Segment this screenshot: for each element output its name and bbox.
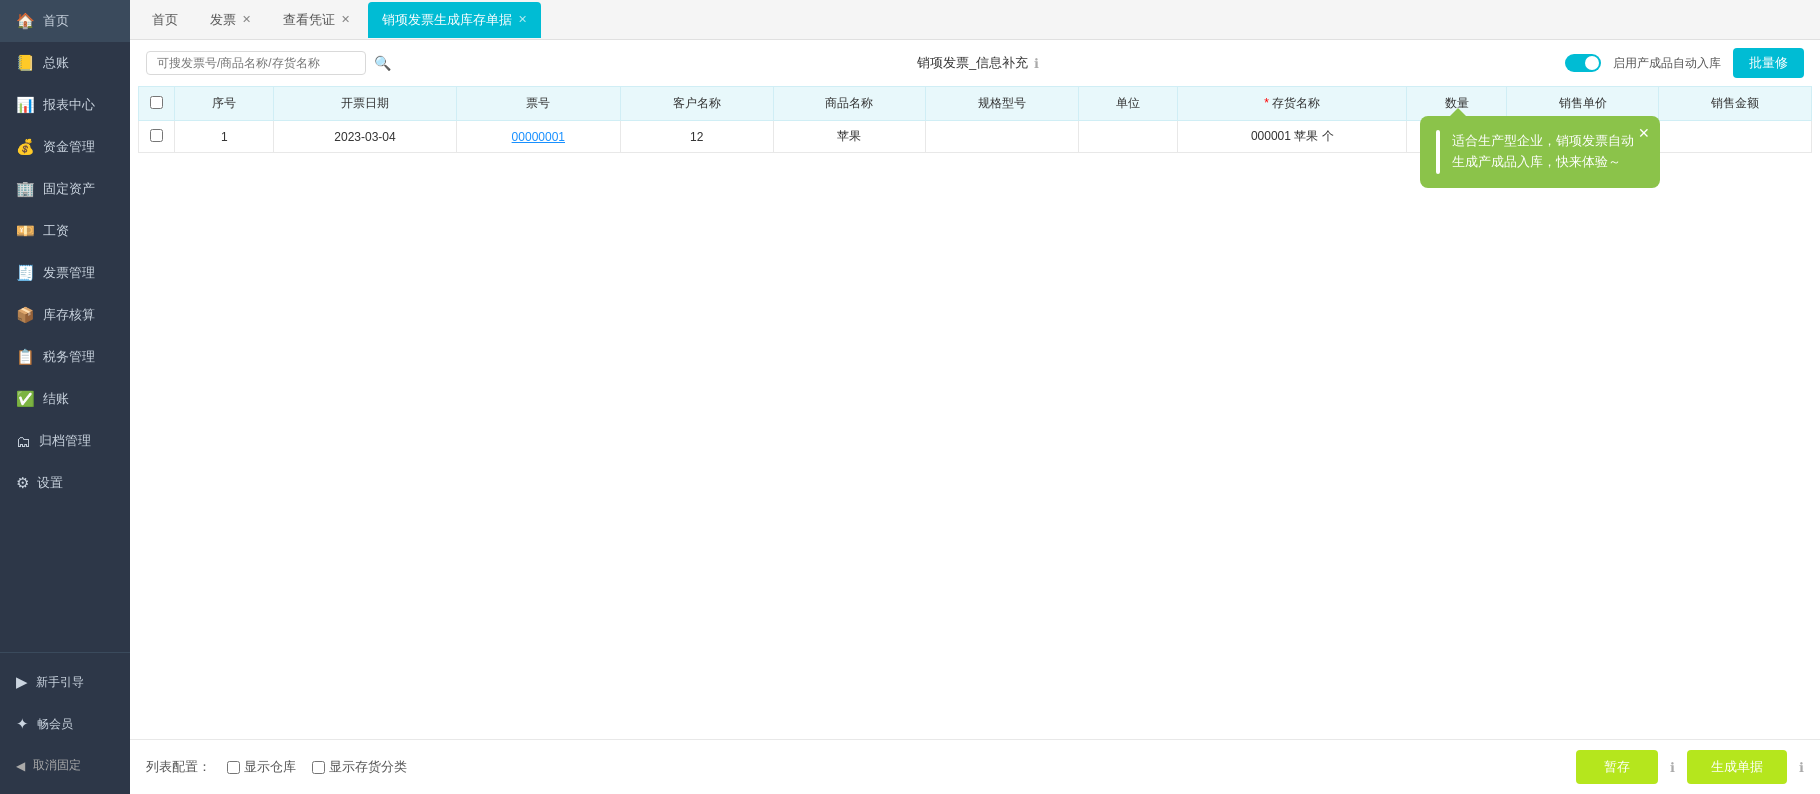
header-customer: 客户名称 (621, 87, 774, 121)
assets-icon: 🏢 (16, 180, 35, 198)
show-warehouse-checkbox[interactable] (227, 761, 240, 774)
show-category-checkbox-label[interactable]: 显示存货分类 (312, 758, 407, 776)
center-info: 销项发票_信息补充 ℹ (917, 54, 1039, 72)
header-amount: 销售金额 (1659, 87, 1812, 121)
invoices-icon: 🧾 (16, 264, 35, 282)
member-icon: ✦ (16, 715, 29, 733)
tab-home[interactable]: 首页 (138, 2, 192, 38)
cell-ticket-no[interactable]: 00000001 (456, 121, 620, 153)
header-inventory: 存货名称 (1178, 87, 1407, 121)
header-ticket-no: 票号 (456, 87, 620, 121)
toggle-slider (1565, 54, 1601, 72)
tooltip-popup: ✕ 适合生产型企业，销项发票自动生成产成品入库，快来体验～ (1420, 116, 1660, 188)
footer-config: 列表配置： 显示仓库 显示存货分类 (146, 758, 407, 776)
info-icon[interactable]: ℹ (1034, 56, 1039, 71)
sidebar-item-close-accounts[interactable]: ✅ 结账 (0, 378, 130, 420)
close-voucher-tab-icon[interactable]: ✕ (341, 13, 350, 26)
tab-view-voucher[interactable]: 查看凭证 ✕ (269, 2, 364, 38)
tax-icon: 📋 (16, 348, 35, 366)
header-checkbox-cell (139, 87, 175, 121)
sidebar-item-funds[interactable]: 💰 资金管理 (0, 126, 130, 168)
sidebar-item-reports[interactable]: 📊 报表中心 (0, 84, 130, 126)
search-button[interactable]: 🔍 (374, 55, 391, 71)
sidebar-item-assets[interactable]: 🏢 固定资产 (0, 168, 130, 210)
sidebar-item-salary[interactable]: 💴 工资 (0, 210, 130, 252)
guide-icon: ▶ (16, 673, 28, 691)
auto-warehouse-toggle[interactable] (1565, 54, 1601, 72)
close-accounts-icon: ✅ (16, 390, 35, 408)
close-generate-tab-icon[interactable]: ✕ (518, 13, 527, 26)
generate-button[interactable]: 生成单据 (1687, 750, 1787, 784)
tab-invoice[interactable]: 发票 ✕ (196, 2, 265, 38)
sidebar-item-invoices[interactable]: 🧾 发票管理 (0, 252, 130, 294)
inventory-icon: 📦 (16, 306, 35, 324)
sidebar-item-tax[interactable]: 📋 税务管理 (0, 336, 130, 378)
save-info-icon[interactable]: ℹ (1670, 760, 1675, 775)
cell-inventory[interactable]: 000001 苹果 个 (1178, 121, 1407, 153)
sidebar-item-guide[interactable]: ▶ 新手引导 (0, 661, 130, 703)
tab-bar: 首页 发票 ✕ 查看凭证 ✕ 销项发票生成库存单据 ✕ (130, 0, 1820, 40)
tooltip-text: 适合生产型企业，销项发票自动生成产成品入库，快来体验～ (1452, 131, 1642, 173)
header-unit: 单位 (1078, 87, 1177, 121)
sidebar-item-home[interactable]: 🏠 首页 (0, 0, 130, 42)
funds-icon: 💰 (16, 138, 35, 156)
header-product: 商品名称 (773, 87, 926, 121)
sidebar: 🏠 首页 📒 总账 📊 报表中心 💰 资金管理 🏢 固定资产 💴 工资 🧾 发票… (0, 0, 130, 794)
cell-customer: 12 (621, 121, 774, 153)
sidebar-item-inventory[interactable]: 📦 库存核算 (0, 294, 130, 336)
cell-seq: 1 (175, 121, 274, 153)
sidebar-item-member[interactable]: ✦ 畅会员 (0, 703, 130, 745)
generate-info-icon[interactable]: ℹ (1799, 760, 1804, 775)
row-checkbox-cell (139, 121, 175, 153)
footer: 列表配置： 显示仓库 显示存货分类 暂存 ℹ 生成单据 ℹ (130, 739, 1820, 794)
tooltip-close-icon[interactable]: ✕ (1638, 122, 1650, 144)
search-input[interactable] (146, 51, 366, 75)
tab-generate-inventory[interactable]: 销项发票生成库存单据 ✕ (368, 2, 541, 38)
header-spec: 规格型号 (926, 87, 1079, 121)
toolbar: 🔍 销项发票_信息补充 ℹ 启用产成品自动入库 批量修 (130, 40, 1820, 86)
salary-icon: 💴 (16, 222, 35, 240)
page-content: 🔍 销项发票_信息补充 ℹ 启用产成品自动入库 批量修 ✕ 适合生产型企业 (130, 40, 1820, 794)
show-category-checkbox[interactable] (312, 761, 325, 774)
sidebar-item-settings[interactable]: ⚙ 设置 (0, 462, 130, 504)
cell-date: 2023-03-04 (274, 121, 456, 153)
cell-unit (1078, 121, 1177, 153)
header-date: 开票日期 (274, 87, 456, 121)
table-container: ✕ 适合生产型企业，销项发票自动生成产成品入库，快来体验～ 序号 开票日期 票号… (130, 86, 1820, 739)
search-area: 🔍 (146, 51, 391, 75)
tooltip-bar (1436, 130, 1440, 174)
batch-button[interactable]: 批量修 (1733, 48, 1804, 78)
close-invoice-tab-icon[interactable]: ✕ (242, 13, 251, 26)
sidebar-item-ledger[interactable]: 📒 总账 (0, 42, 130, 84)
toggle-label: 启用产成品自动入库 (1613, 55, 1721, 72)
sidebar-item-archive[interactable]: 🗂 归档管理 (0, 420, 130, 462)
header-seq: 序号 (175, 87, 274, 121)
cell-spec (926, 121, 1079, 153)
config-label: 列表配置： (146, 758, 211, 776)
reports-icon: 📊 (16, 96, 35, 114)
row-checkbox[interactable] (150, 129, 163, 142)
unpin-icon: ◀ (16, 759, 25, 773)
unpin-action[interactable]: ◀ 取消固定 (0, 745, 130, 786)
save-button[interactable]: 暂存 (1576, 750, 1658, 784)
main-area: 首页 发票 ✕ 查看凭证 ✕ 销项发票生成库存单据 ✕ 🔍 销项发票_信息补充 … (130, 0, 1820, 794)
show-warehouse-checkbox-label[interactable]: 显示仓库 (227, 758, 296, 776)
cell-product: 苹果 (773, 121, 926, 153)
cell-amount (1659, 121, 1812, 153)
settings-icon: ⚙ (16, 474, 29, 492)
select-all-checkbox[interactable] (150, 96, 163, 109)
right-toolbar: 启用产成品自动入库 批量修 (1565, 48, 1804, 78)
archive-icon: 🗂 (16, 433, 31, 450)
home-icon: 🏠 (16, 12, 35, 30)
ledger-icon: 📒 (16, 54, 35, 72)
footer-actions: 暂存 ℹ 生成单据 ℹ (1576, 750, 1804, 784)
